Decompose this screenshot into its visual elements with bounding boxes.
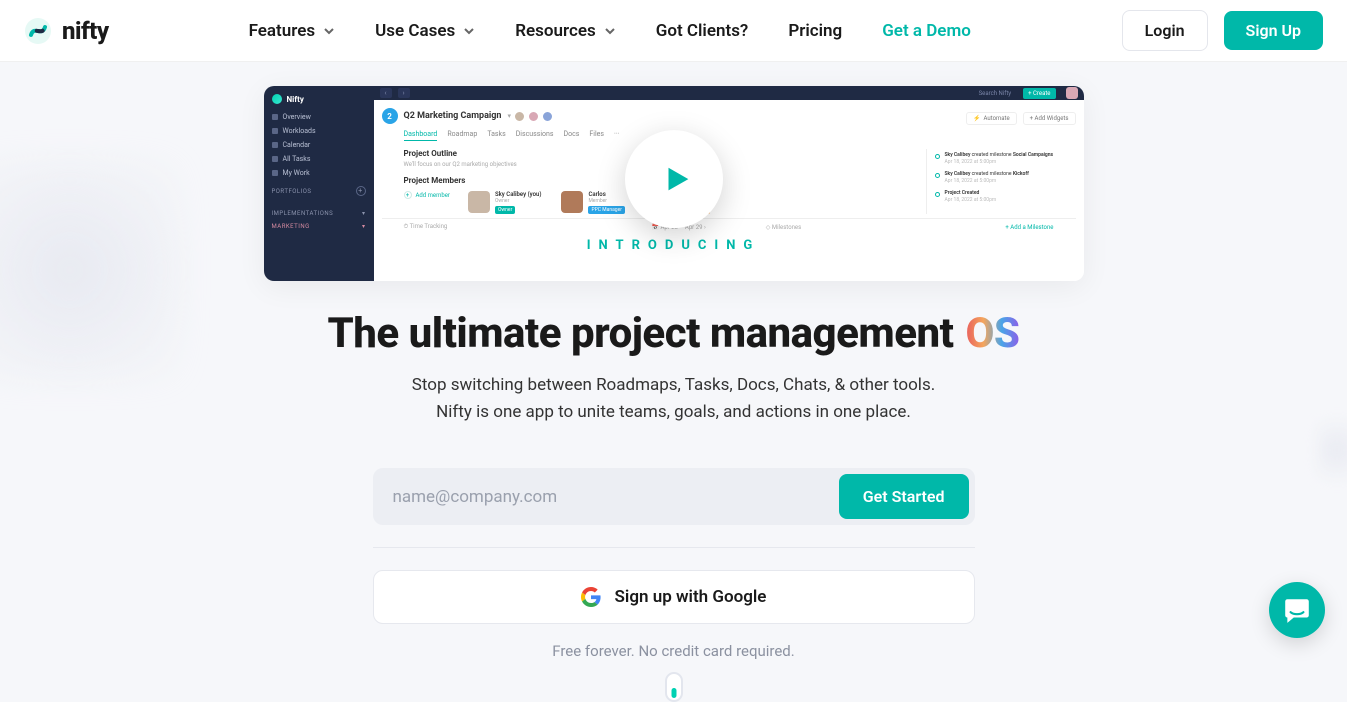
introducing-label: INTRODUCING	[587, 238, 761, 253]
chat-launcher[interactable]	[1269, 582, 1325, 638]
demo-section-portfolios: PORTFOLIOS+	[272, 180, 366, 196]
login-button[interactable]: Login	[1122, 10, 1208, 51]
nav-use-cases[interactable]: Use Cases	[375, 21, 475, 41]
hero-subhead: Stop switching between Roadmaps, Tasks, …	[412, 372, 935, 426]
primary-nav: Features Use Cases Resources Got Clients…	[249, 21, 971, 41]
demo-tab-dashboard: Dashboard	[404, 130, 438, 141]
hero-section: INTRODUCING Nifty Overview Workloads Cal…	[0, 62, 1347, 702]
demo-automate-pill: ⚡ Automate	[966, 112, 1017, 125]
headline-os: OS	[965, 309, 1019, 358]
demo-member: Sky Calibey (you)OwnerOwner	[468, 191, 541, 214]
play-button[interactable]	[625, 130, 723, 228]
nav-label: Pricing	[788, 21, 842, 41]
nav-label: Resources	[515, 21, 596, 41]
nav-get-demo[interactable]: Get a Demo	[882, 21, 971, 41]
hero-headline: The ultimate project management OS	[327, 309, 1019, 358]
nav-resources[interactable]: Resources	[515, 21, 616, 41]
site-header: nifty Features Use Cases Resources Got C…	[0, 0, 1347, 62]
logo-icon	[24, 17, 52, 45]
demo-logo-icon	[272, 94, 282, 104]
get-started-button[interactable]: Get Started	[839, 474, 969, 519]
scroll-indicator	[665, 672, 683, 702]
divider	[373, 547, 975, 548]
google-signup-button[interactable]: Sign up with Google	[373, 570, 975, 624]
chat-icon	[1282, 595, 1312, 625]
demo-topbar: ‹ › Search Nifty + Create	[374, 86, 1084, 100]
demo-nav-overview: Overview	[272, 110, 366, 124]
demo-activity-feed: Sky Calibey created milestone Social Cam…	[926, 149, 1076, 214]
demo-sidebar: Nifty Overview Workloads Calendar All Ta…	[264, 86, 374, 281]
demo-tab-roadmap: Roadmap	[447, 130, 477, 141]
demo-tab-files: Files	[589, 130, 604, 141]
demo-search: Search Nifty	[979, 90, 1012, 97]
demo-back-icon: ‹	[380, 88, 392, 98]
demo-activity-item: Sky Calibey created milestone Social Cam…	[935, 149, 1076, 168]
nav-got-clients[interactable]: Got Clients?	[656, 21, 749, 41]
email-input[interactable]	[379, 475, 839, 519]
demo-section-marketing: MARKETING▾	[272, 217, 366, 230]
header-actions: Login Sign Up	[1122, 10, 1323, 51]
chevron-down-icon	[604, 25, 616, 37]
email-signup-form: Get Started	[373, 468, 975, 525]
demo-member: CarlosMemberPPC Manager	[561, 191, 625, 214]
demo-project-number: 2	[382, 108, 398, 124]
demo-fwd-icon: ›	[398, 88, 410, 98]
logo[interactable]: nifty	[24, 17, 109, 45]
demo-add-widgets-pill: + Add Widgets	[1023, 112, 1076, 125]
signup-button[interactable]: Sign Up	[1224, 11, 1323, 50]
product-video-card: INTRODUCING Nifty Overview Workloads Cal…	[264, 86, 1084, 281]
demo-create-button: + Create	[1023, 88, 1055, 99]
nav-pricing[interactable]: Pricing	[788, 21, 842, 41]
demo-milestones: ◇ Milestones	[766, 224, 801, 231]
fine-print: Free forever. No credit card required.	[552, 642, 794, 660]
google-icon	[581, 587, 601, 607]
play-icon	[660, 162, 694, 196]
google-signup-label: Sign up with Google	[615, 587, 767, 607]
demo-nav-calendar: Calendar	[272, 138, 366, 152]
chevron-down-icon	[323, 25, 335, 37]
subhead-line-1: Stop switching between Roadmaps, Tasks, …	[412, 372, 935, 399]
demo-tab-docs: Docs	[564, 130, 580, 141]
demo-tab-more: ···	[614, 130, 620, 141]
demo-tabs: Dashboard Roadmap Tasks Discussions Docs…	[382, 128, 620, 145]
demo-breadcrumb: 2 Q2 Marketing Campaign ▾	[382, 104, 620, 128]
demo-nav-workloads: Workloads	[272, 124, 366, 138]
nav-label: Features	[249, 21, 316, 41]
demo-time-tracking: ⏱ Time Tracking	[404, 223, 448, 231]
demo-avatar	[1066, 87, 1078, 99]
demo-footer: ⏱ Time Tracking 📅 Apr 23 – Apr 29 › ◇ Mi…	[382, 218, 1076, 235]
nav-label: Get a Demo	[882, 21, 971, 41]
demo-add-milestone: + Add a Milestone	[1005, 224, 1053, 231]
chevron-down-icon	[463, 25, 475, 37]
logo-text: nifty	[62, 17, 109, 45]
headline-text: The ultimate project management	[327, 309, 953, 358]
demo-project-title: Q2 Marketing Campaign	[404, 111, 502, 121]
subhead-line-2: Nifty is one app to unite teams, goals, …	[412, 399, 935, 426]
demo-tab-tasks: Tasks	[487, 130, 505, 141]
demo-section-implementations: IMPLEMENTATIONS▾	[272, 196, 366, 217]
demo-nav-all-tasks: All Tasks	[272, 152, 366, 166]
nav-features[interactable]: Features	[249, 21, 336, 41]
demo-activity-item: Sky Calibey created milestone KickoffApr…	[935, 168, 1076, 187]
demo-nav-my-work: My Work	[272, 166, 366, 180]
demo-tab-discussions: Discussions	[516, 130, 554, 141]
nav-label: Use Cases	[375, 21, 455, 41]
demo-add-member: +Add member	[404, 191, 450, 199]
demo-logo-text: Nifty	[287, 95, 304, 104]
nav-label: Got Clients?	[656, 21, 749, 41]
demo-activity-item: Project CreatedApr 18, 2022 at 5:00pm	[935, 187, 1076, 206]
